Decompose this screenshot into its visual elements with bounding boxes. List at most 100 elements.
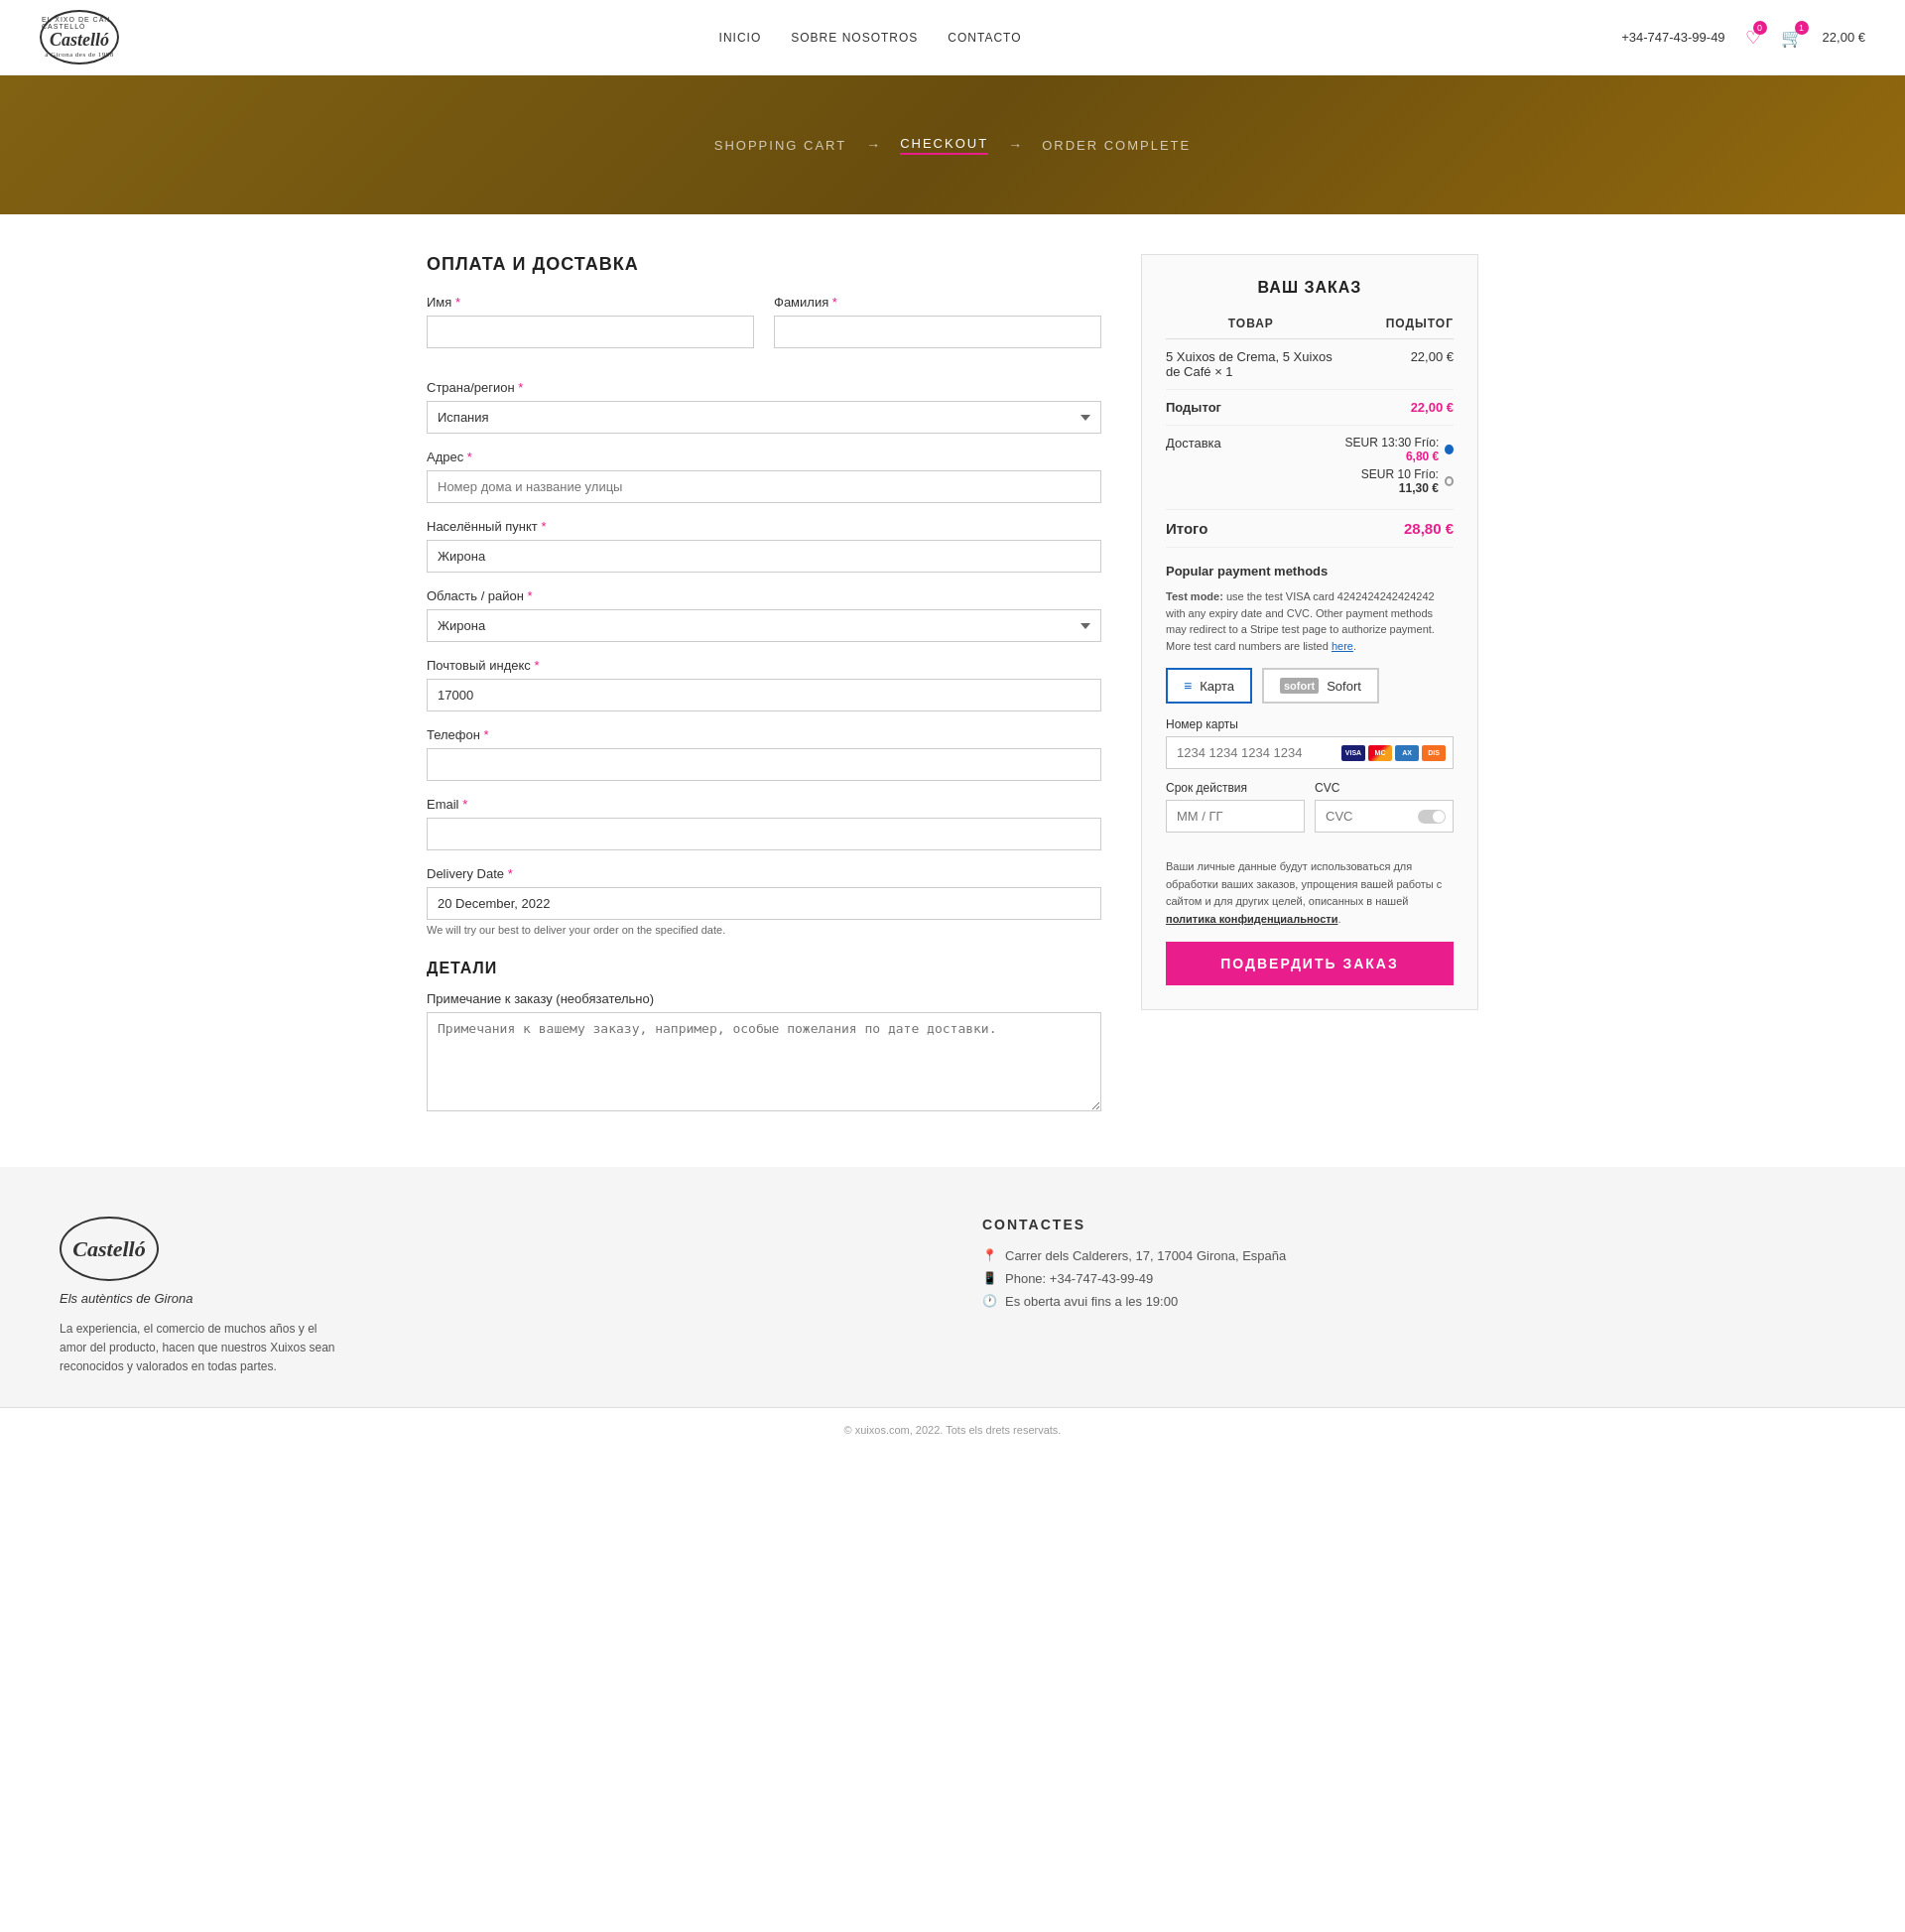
- email-input[interactable]: [427, 818, 1101, 850]
- payment-tab-card[interactable]: ≡ Карта: [1166, 668, 1252, 704]
- total-value: 28,80 €: [1336, 510, 1454, 548]
- klarna-icon: ≡: [1184, 678, 1192, 694]
- cart-button[interactable]: 🛒 1: [1781, 27, 1803, 49]
- card-number-label: Номер карты: [1166, 717, 1454, 731]
- footer-description: La experiencia, el comercio de muchos añ…: [60, 1320, 337, 1377]
- footer-contact-hours: 🕐 Es oberta avui fins a les 19:00: [982, 1294, 1845, 1309]
- footer-address-text: Carrer dels Calderers, 17, 17004 Girona,…: [1005, 1248, 1286, 1263]
- cart-amount: 22,00 €: [1823, 30, 1865, 45]
- payment-notice-link[interactable]: here: [1332, 640, 1353, 652]
- phone-input[interactable]: [427, 748, 1101, 781]
- nav-sobre[interactable]: SOBRE NOSOTROS: [791, 31, 918, 45]
- item-price: 22,00 €: [1336, 339, 1454, 390]
- footer-phone-text: Phone: +34-747-43-99-49: [1005, 1271, 1153, 1286]
- logo-name: Castelló: [50, 30, 109, 51]
- postal-label: Почтовый индекс *: [427, 658, 1101, 673]
- cvc-group: CVC: [1315, 781, 1454, 833]
- footer-contact-phone: 📱 Phone: +34-747-43-99-49: [982, 1271, 1845, 1286]
- footer-logo-name: Castelló: [72, 1236, 145, 1262]
- privacy-note: Ваши личные данные будут использоваться …: [1166, 858, 1454, 928]
- delivery-label: Доставка: [1166, 426, 1336, 510]
- expiry-label: Срок действия: [1166, 781, 1305, 795]
- subtotal-value: 22,00 €: [1336, 390, 1454, 426]
- cvc-label: CVC: [1315, 781, 1454, 795]
- delivery-radio-selected[interactable]: [1445, 445, 1454, 454]
- nav-contacto[interactable]: CONTACTO: [948, 31, 1021, 45]
- first-name-label: Имя *: [427, 295, 754, 310]
- payment-section: Popular payment methods Test mode: use t…: [1166, 564, 1454, 844]
- col-product: ТОВАР: [1166, 317, 1336, 339]
- order-title: ВАШ ЗАКАЗ: [1166, 279, 1454, 297]
- required-star: *: [508, 866, 513, 881]
- discover-icon: DIS: [1422, 745, 1446, 761]
- footer-hours-text: Es oberta avui fins a les 19:00: [1005, 1294, 1178, 1309]
- logo[interactable]: El Xixo de Can Castelló Castelló a Giron…: [40, 10, 119, 64]
- nav-inicio[interactable]: INICIO: [719, 31, 762, 45]
- required-star: *: [467, 450, 472, 464]
- breadcrumb-arrow-1: →: [866, 137, 880, 153]
- cvc-toggle[interactable]: [1418, 810, 1446, 824]
- item-name: 5 Xuixos de Crema, 5 Xuixos de Café × 1: [1166, 339, 1336, 390]
- subtotal-label: Подытог: [1166, 390, 1336, 426]
- header-right: +34-747-43-99-49 ♡ 0 🛒 1 22,00 €: [1621, 27, 1865, 49]
- total-label: Итого: [1166, 510, 1336, 548]
- city-input[interactable]: [427, 540, 1101, 573]
- checkout-form: ОПЛАТА И ДОСТАВКА Имя * Фамилия * Страна…: [427, 254, 1101, 1127]
- cart-badge: 1: [1795, 21, 1809, 35]
- footer-logo-section: Castelló Els autèntics de Girona La expe…: [60, 1217, 923, 1377]
- phone-icon: 📱: [982, 1271, 997, 1285]
- expiry-input[interactable]: [1166, 800, 1305, 833]
- subtotal-row: Подытог 22,00 €: [1166, 390, 1454, 426]
- breadcrumb-checkout: CHECKOUT: [900, 136, 988, 155]
- logo-girona: a Girona des de 1998: [45, 51, 113, 59]
- breadcrumb-shopping-cart: SHOPPING CART: [714, 138, 846, 153]
- payment-title: Popular payment methods: [1166, 564, 1454, 579]
- address-input[interactable]: [427, 470, 1101, 503]
- first-name-input[interactable]: [427, 316, 754, 348]
- delivery-date-input[interactable]: [427, 887, 1101, 920]
- region-select[interactable]: Жирона: [427, 609, 1101, 642]
- note-textarea[interactable]: [427, 1012, 1101, 1111]
- required-star: *: [541, 519, 546, 534]
- payment-tab-card-label: Карта: [1200, 679, 1234, 694]
- delivery-options: SEUR 13:30 Frío: 6,80 € SEUR 10 Frío: 11…: [1336, 426, 1454, 510]
- confirm-button[interactable]: ПОДВЕРДИТЬ ЗАКАЗ: [1166, 942, 1454, 985]
- country-select[interactable]: Испания: [427, 401, 1101, 434]
- wishlist-button[interactable]: ♡ 0: [1745, 27, 1761, 49]
- breadcrumb: SHOPPING CART → CHECKOUT → ORDER COMPLET…: [714, 136, 1191, 155]
- card-number-group: Номер карты VISA MC AX DIS: [1166, 717, 1454, 769]
- address-label: Адрес *: [427, 450, 1101, 464]
- table-row: 5 Xuixos de Crema, 5 Xuixos de Café × 1 …: [1166, 339, 1454, 390]
- last-name-input[interactable]: [774, 316, 1101, 348]
- city-label: Населённый пункт *: [427, 519, 1101, 534]
- cvc-toggle-dot: [1433, 811, 1445, 823]
- mastercard-icon: MC: [1368, 745, 1392, 761]
- copyright-text: © xuixos.com, 2022. Tots els drets reser…: [844, 1424, 1062, 1436]
- breadcrumb-arrow-2: →: [1008, 137, 1022, 153]
- amex-icon: AX: [1395, 745, 1419, 761]
- footer-tagline: Els autèntics de Girona: [60, 1291, 923, 1306]
- email-label: Email *: [427, 797, 1101, 812]
- delivery-radio-unselected[interactable]: [1445, 476, 1454, 486]
- main-nav: INICIO SOBRE NOSOTROS CONTACTO: [719, 31, 1022, 45]
- phone-number: +34-747-43-99-49: [1621, 30, 1724, 45]
- delivery-row: Доставка SEUR 13:30 Frío: 6,80 € SEUR 10…: [1166, 426, 1454, 510]
- postal-input[interactable]: [427, 679, 1101, 711]
- payment-tab-sofort[interactable]: sofort Sofort: [1262, 668, 1379, 704]
- hero-banner: SHOPPING CART → CHECKOUT → ORDER COMPLET…: [0, 75, 1905, 214]
- footer-logo: Castelló: [60, 1217, 159, 1281]
- order-table: ТОВАР ПОДЫТОГ 5 Xuixos de Crema, 5 Xuixo…: [1166, 317, 1454, 548]
- sofort-icon: sofort: [1280, 678, 1319, 694]
- order-summary: ВАШ ЗАКАЗ ТОВАР ПОДЫТОГ 5 Xuixos de Crem…: [1141, 254, 1478, 1010]
- header: El Xixo de Can Castelló Castelló a Giron…: [0, 0, 1905, 75]
- required-star: *: [518, 380, 523, 395]
- expiry-group: Срок действия: [1166, 781, 1305, 833]
- delivery-date-hint: We will try our best to deliver your ord…: [427, 924, 1101, 936]
- footer-contacts: CONTACTES 📍 Carrer dels Calderers, 17, 1…: [982, 1217, 1845, 1377]
- details-title: ДЕТАЛИ: [427, 960, 1101, 977]
- footer-contacts-title: CONTACTES: [982, 1217, 1845, 1232]
- total-row: Итого 28,80 €: [1166, 510, 1454, 548]
- country-label: Страна/регион *: [427, 380, 1101, 395]
- privacy-link[interactable]: политика конфиденциальности: [1166, 913, 1337, 925]
- payment-tab-sofort-label: Sofort: [1327, 679, 1361, 694]
